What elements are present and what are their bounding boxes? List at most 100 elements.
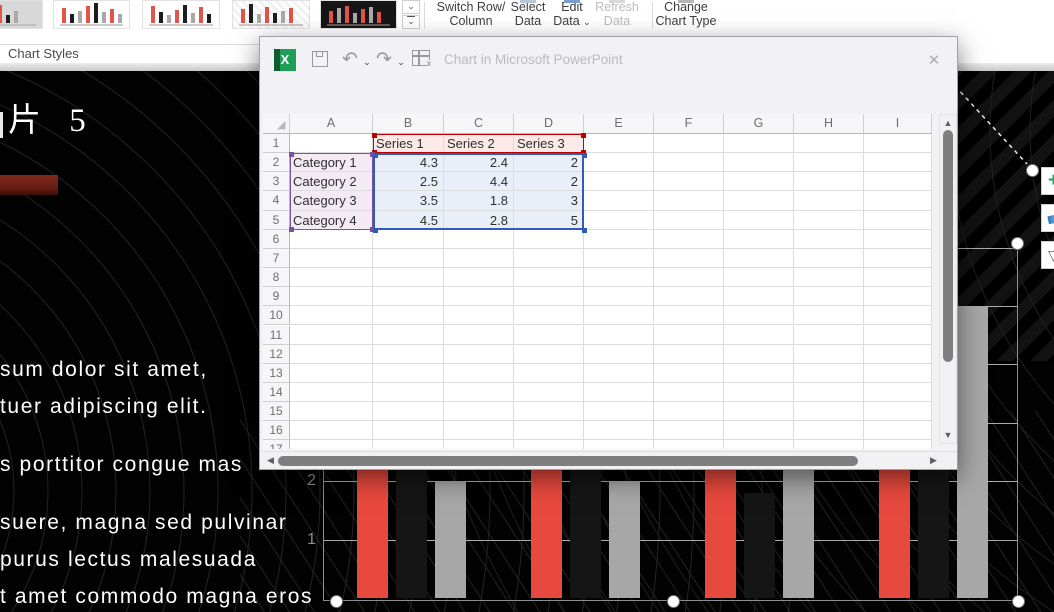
select-data-button[interactable]: Select Data — [505, 0, 551, 30]
row-header-7[interactable]: 7 — [263, 248, 290, 269]
column-header-B[interactable]: B — [373, 114, 444, 134]
spreadsheet-grid[interactable]: ◢ A B C D E F G H I 1 Series 1 Series 2 Series 3 2 Cat… — [263, 114, 932, 449]
cell-H17[interactable] — [794, 440, 864, 449]
cell-F8[interactable] — [654, 268, 724, 288]
cell-F17[interactable] — [654, 440, 724, 449]
cell-G14[interactable] — [724, 382, 794, 403]
cell-I17[interactable] — [864, 440, 932, 449]
row-header-15[interactable]: 15 — [263, 402, 290, 422]
cell-H9[interactable] — [794, 287, 864, 307]
row-header-13[interactable]: 13 — [263, 363, 290, 383]
cell-G3[interactable] — [724, 172, 794, 192]
cell-E1[interactable] — [584, 134, 654, 154]
cell-H15[interactable] — [794, 402, 864, 422]
chart-style-thumbnail[interactable] — [232, 0, 310, 29]
row-header-14[interactable]: 14 — [263, 382, 290, 403]
cell-D1[interactable]: Series 3 — [514, 134, 584, 154]
cell-C12[interactable] — [444, 344, 514, 364]
cell-D9[interactable] — [514, 287, 584, 307]
cell-H13[interactable] — [794, 363, 864, 383]
cell-D16[interactable] — [514, 421, 584, 441]
cell-C6[interactable] — [444, 229, 514, 249]
scroll-left-icon[interactable]: ◀ — [267, 455, 274, 466]
cell-B5[interactable]: 4.5 — [373, 210, 444, 230]
cell-E15[interactable] — [584, 402, 654, 422]
cell-I13[interactable] — [864, 363, 932, 383]
cell-F12[interactable] — [654, 344, 724, 364]
horizontal-scroll-thumb[interactable] — [278, 456, 858, 466]
row-header-16[interactable]: 16 — [263, 421, 290, 441]
cell-F15[interactable] — [654, 402, 724, 422]
cell-A3[interactable]: Category 2 — [290, 172, 373, 192]
row-header-9[interactable]: 9 — [263, 287, 290, 307]
refresh-data-button[interactable]: Refresh Data — [593, 0, 641, 30]
cell-G13[interactable] — [724, 363, 794, 383]
cell-I2[interactable] — [864, 153, 932, 173]
row-header-4[interactable]: 4 — [263, 191, 290, 211]
gallery-scroll-down-button[interactable]: ⌄ — [402, 0, 420, 14]
cell-G15[interactable] — [724, 402, 794, 422]
cell-G8[interactable] — [724, 268, 794, 288]
cell-A9[interactable] — [290, 287, 373, 307]
cell-I7[interactable] — [864, 248, 932, 269]
cell-F4[interactable] — [654, 191, 724, 211]
cell-D8[interactable] — [514, 268, 584, 288]
cell-B15[interactable] — [373, 402, 444, 422]
select-all-corner[interactable]: ◢ — [277, 120, 285, 131]
cell-G7[interactable] — [724, 248, 794, 269]
cell-G10[interactable] — [724, 306, 794, 326]
cell-I4[interactable] — [864, 191, 932, 211]
cell-I16[interactable] — [864, 421, 932, 441]
cell-A10[interactable] — [290, 306, 373, 326]
cell-C11[interactable] — [444, 325, 514, 345]
column-header-H[interactable]: H — [794, 114, 864, 134]
switch-row-column-button[interactable]: Switch Row/Column — [428, 0, 514, 30]
cell-B6[interactable] — [373, 229, 444, 249]
cell-D4[interactable]: 3 — [514, 191, 584, 211]
cell-B8[interactable] — [373, 268, 444, 288]
cell-B10[interactable] — [373, 306, 444, 326]
row-header-17[interactable]: 17 — [263, 440, 290, 449]
scroll-down-icon[interactable]: ▼ — [940, 430, 956, 440]
cell-I12[interactable] — [864, 344, 932, 364]
cell-E4[interactable] — [584, 191, 654, 211]
row-header-2[interactable]: 2 — [263, 153, 290, 173]
cell-A15[interactable] — [290, 402, 373, 422]
cell-F13[interactable] — [654, 363, 724, 383]
edit-data-table-icon[interactable]: x — [412, 50, 431, 68]
cell-A16[interactable] — [290, 421, 373, 441]
cell-D6[interactable] — [514, 229, 584, 249]
chart-styles-button[interactable] — [1041, 204, 1054, 232]
cell-A1[interactable] — [290, 134, 373, 154]
change-chart-type-button[interactable]: Change Chart Type — [650, 0, 722, 30]
cell-C4[interactable]: 1.8 — [444, 191, 514, 211]
cell-A11[interactable] — [290, 325, 373, 345]
cell-E8[interactable] — [584, 268, 654, 288]
cell-E3[interactable] — [584, 172, 654, 192]
cell-B1[interactable]: Series 1 — [373, 134, 444, 154]
cell-H6[interactable] — [794, 229, 864, 249]
cell-C16[interactable] — [444, 421, 514, 441]
chart-style-thumbnail[interactable] — [142, 0, 220, 29]
undo-button[interactable]: ↶ ⌄ — [342, 50, 371, 71]
cell-G16[interactable] — [724, 421, 794, 441]
cell-A13[interactable] — [290, 363, 373, 383]
cell-E14[interactable] — [584, 382, 654, 403]
cell-I5[interactable] — [864, 210, 932, 230]
cell-B16[interactable] — [373, 421, 444, 441]
cell-C9[interactable] — [444, 287, 514, 307]
cell-G11[interactable] — [724, 325, 794, 345]
save-icon[interactable] — [312, 51, 328, 67]
cell-B7[interactable] — [373, 248, 444, 269]
cell-A4[interactable]: Category 3 — [290, 191, 373, 211]
cell-C3[interactable]: 4.4 — [444, 172, 514, 192]
cell-D3[interactable]: 2 — [514, 172, 584, 192]
cell-C13[interactable] — [444, 363, 514, 383]
column-header-A[interactable]: A — [290, 114, 373, 134]
cell-I14[interactable] — [864, 382, 932, 403]
cell-A6[interactable] — [290, 229, 373, 249]
cell-D12[interactable] — [514, 344, 584, 364]
cell-D7[interactable] — [514, 248, 584, 269]
column-header-I[interactable]: I — [864, 114, 932, 134]
cell-H5[interactable] — [794, 210, 864, 230]
